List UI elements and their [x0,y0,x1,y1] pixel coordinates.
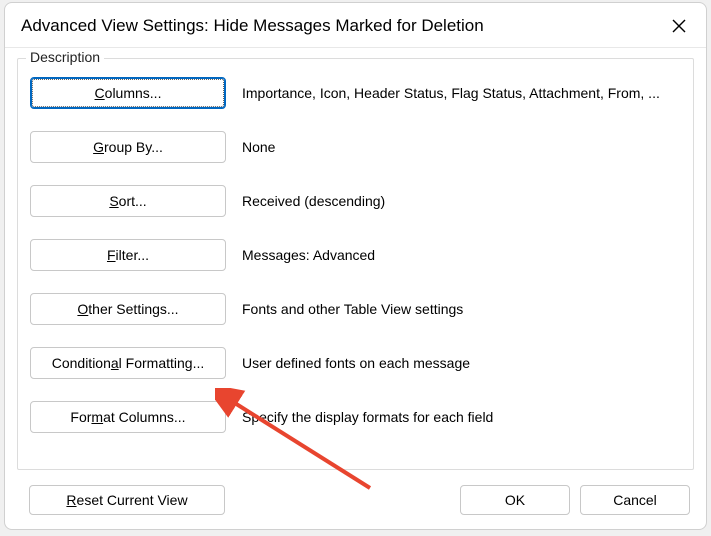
columns-desc: Importance, Icon, Header Status, Flag St… [242,85,681,101]
dialog-title: Advanced View Settings: Hide Messages Ma… [21,16,666,36]
row-format-columns: Format Columns... Specify the display fo… [30,401,681,433]
close-button[interactable] [666,13,692,39]
reset-current-view-button[interactable]: Reset Current View [29,485,225,515]
conditional-formatting-desc: User defined fonts on each message [242,355,681,371]
sort-button[interactable]: Sort... [30,185,226,217]
other-settings-button[interactable]: Other Settings... [30,293,226,325]
group-label: Description [26,49,104,65]
row-conditional-formatting: Conditional Formatting... User defined f… [30,347,681,379]
row-columns: Columns... Importance, Icon, Header Stat… [30,77,681,109]
groupby-desc: None [242,139,681,155]
row-groupby: Group By... None [30,131,681,163]
close-icon [672,19,686,33]
filter-button[interactable]: Filter... [30,239,226,271]
ok-button[interactable]: OK [460,485,570,515]
dialog-body: Description Columns... Importance, Icon,… [5,48,706,473]
row-other-settings: Other Settings... Fonts and other Table … [30,293,681,325]
advanced-view-settings-dialog: Advanced View Settings: Hide Messages Ma… [4,2,707,530]
cancel-button[interactable]: Cancel [580,485,690,515]
sort-desc: Received (descending) [242,193,681,209]
other-settings-desc: Fonts and other Table View settings [242,301,681,317]
conditional-formatting-button[interactable]: Conditional Formatting... [30,347,226,379]
dialog-footer: Reset Current View OK Cancel [5,473,706,529]
filter-desc: Messages: Advanced [242,247,681,263]
format-columns-button[interactable]: Format Columns... [30,401,226,433]
titlebar: Advanced View Settings: Hide Messages Ma… [5,3,706,48]
row-sort: Sort... Received (descending) [30,185,681,217]
row-filter: Filter... Messages: Advanced [30,239,681,271]
description-group: Description Columns... Importance, Icon,… [17,58,694,470]
columns-button[interactable]: Columns... [30,77,226,109]
groupby-button[interactable]: Group By... [30,131,226,163]
format-columns-desc: Specify the display formats for each fie… [242,409,681,425]
